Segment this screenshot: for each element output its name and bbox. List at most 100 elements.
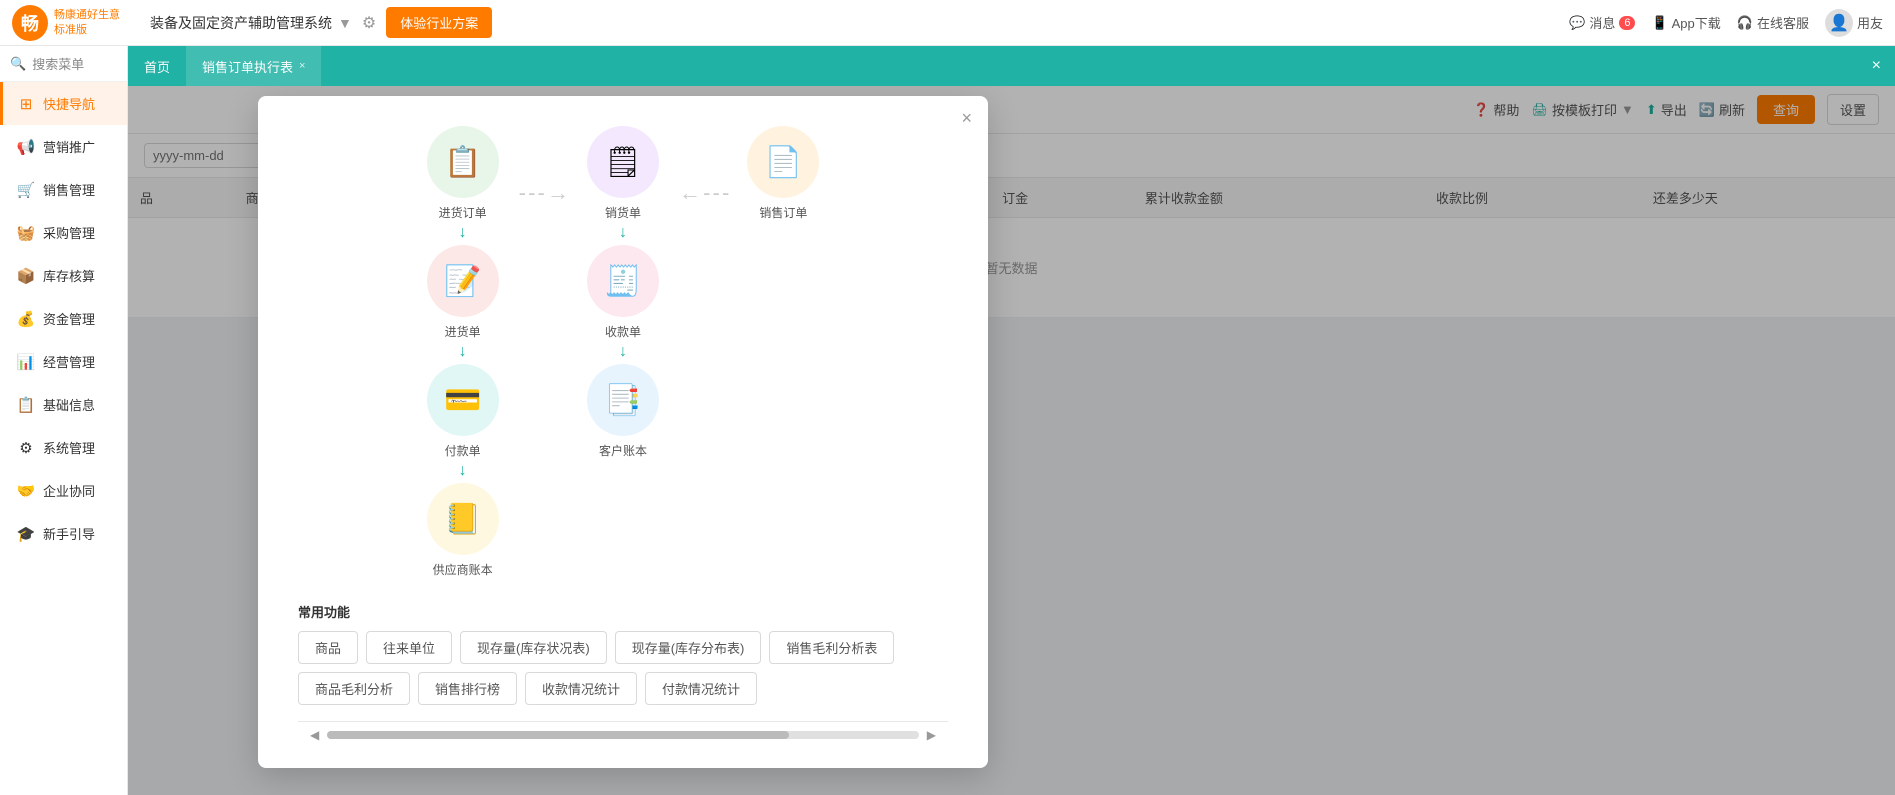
- sales-order-circle: 📄: [747, 126, 819, 198]
- dropdown-icon[interactable]: ▼: [338, 15, 352, 31]
- search-icon: 🔍: [10, 56, 26, 72]
- sidebar-item-enterprise[interactable]: 🤝企业协同: [0, 469, 127, 512]
- top-right-area: 💬 消息 6 📱 App下载 🎧 在线客服 👤 用友: [1569, 9, 1883, 37]
- supplier-account-node[interactable]: 📒 供应商账本: [427, 483, 499, 578]
- sidebar-item-new-guide[interactable]: 🎓新手引导: [0, 512, 127, 555]
- scroll-bar[interactable]: [327, 731, 919, 739]
- sidebar-item-label: 采购管理: [43, 223, 95, 242]
- func-btn-商品毛利分析[interactable]: 商品毛利分析: [298, 672, 410, 705]
- sales-bill-label: 销货单: [605, 204, 641, 221]
- tab-sales-execution[interactable]: 销售订单执行表 ×: [186, 46, 321, 86]
- modal-box: × 📋 进货订单 ↓: [258, 96, 988, 768]
- operations-icon: 📊: [17, 353, 35, 371]
- arrow-right-1: - - - →: [519, 180, 567, 206]
- sales-order-node[interactable]: 📄 销售订单: [747, 126, 819, 221]
- purchase-bill-circle: 📝: [427, 245, 499, 317]
- flow-diagram: 📋 进货订单 ↓ 📝 进货单: [298, 126, 948, 578]
- supplier-account-label: 供应商账本: [433, 561, 493, 578]
- func-btn-现存量(库存分布表)[interactable]: 现存量(库存分布表): [615, 631, 762, 664]
- sidebar-item-quick-nav[interactable]: ⊞ 快捷导航: [0, 82, 127, 125]
- sidebar-item-label: 新手引导: [43, 524, 95, 543]
- online-service-item[interactable]: 🎧 在线客服: [1737, 13, 1809, 32]
- message-badge: 6: [1619, 16, 1635, 30]
- func-btn-销售毛利分析表[interactable]: 销售毛利分析表: [769, 631, 894, 664]
- scroll-left-arrow[interactable]: ◀: [310, 728, 319, 742]
- sales-bill-circle: 🗒: [587, 126, 659, 198]
- sidebar-item-label: 快捷导航: [43, 94, 95, 113]
- func-btn-付款情况统计[interactable]: 付款情况统计: [645, 672, 757, 705]
- customer-account-label: 客户账本: [599, 442, 647, 459]
- supplier-account-circle: 📒: [427, 483, 499, 555]
- logo-icon: 畅: [12, 5, 48, 41]
- common-functions: 常用功能 商品往来单位现存量(库存状况表)现存量(库存分布表)销售毛利分析表商品…: [298, 602, 948, 705]
- sidebar-item-label: 资金管理: [43, 309, 95, 328]
- system-title: 装备及固定资产辅助管理系统 ▼: [150, 13, 352, 33]
- func-btn-收款情况统计[interactable]: 收款情况统计: [525, 672, 637, 705]
- sidebar: 🔍 搜索菜单 ⊞ 快捷导航 📢营销推广🛒销售管理 🧺 采购管理 📦 库存核算 💰 资金管理 📊经营…: [0, 46, 128, 795]
- receipt-node[interactable]: 🧾 收款单: [587, 245, 659, 340]
- arrow-down-3: ↓: [459, 463, 467, 479]
- arrow-left-1: ← - - -: [679, 180, 727, 206]
- purchase-bill-node[interactable]: 📝 进货单: [427, 245, 499, 340]
- sales-bill-node[interactable]: 🗒 销货单: [587, 126, 659, 221]
- purchase-mgmt-icon: 🧺: [17, 224, 35, 242]
- sidebar-item-sys-mgmt[interactable]: ⚙系统管理: [0, 426, 127, 469]
- modal-close-button[interactable]: ×: [961, 108, 972, 129]
- quick-nav-icon: ⊞: [17, 95, 35, 113]
- message-item[interactable]: 💬 消息 6: [1569, 13, 1635, 32]
- logo-area: 畅 畅康通好生意 标准版: [12, 5, 140, 41]
- sidebar-item-operations[interactable]: 📊经营管理: [0, 340, 127, 383]
- far-right-column: 📄 销售订单: [727, 126, 839, 221]
- sidebar-item-inventory[interactable]: 📦 库存核算: [0, 254, 127, 297]
- sidebar-item-sales-mgmt[interactable]: 🛒销售管理: [0, 168, 127, 211]
- left-flow-column: 📋 进货订单 ↓ 📝 进货单: [407, 126, 519, 578]
- tab-content: ❓ 帮助 🖨 按模板打印 ▼ ⬆ 导出 🔄 刷新: [128, 86, 1895, 795]
- common-funcs-title: 常用功能: [298, 602, 948, 621]
- sidebar-item-purchase-mgmt[interactable]: 🧺 采购管理: [0, 211, 127, 254]
- modal-overlay[interactable]: × 📋 进货订单 ↓: [128, 86, 1895, 795]
- func-btn-商品[interactable]: 商品: [298, 631, 358, 664]
- tab-home[interactable]: 首页: [128, 46, 186, 86]
- sidebar-item-label: 销售管理: [43, 180, 95, 199]
- payment-label: 付款单: [445, 442, 481, 459]
- receipt-label: 收款单: [605, 323, 641, 340]
- gear-button[interactable]: ⚙: [362, 13, 376, 33]
- purchase-order-node[interactable]: 📋 进货订单: [427, 126, 499, 221]
- search-menu[interactable]: 🔍 搜索菜单: [0, 46, 127, 82]
- func-btn-现存量(库存状况表)[interactable]: 现存量(库存状况表): [460, 631, 607, 664]
- scroll-right-arrow[interactable]: ▶: [927, 728, 936, 742]
- arrow-down-1: ↓: [459, 225, 467, 241]
- content-area: 首页 销售订单执行表 × × ❓ 帮助 🖨: [128, 46, 1895, 795]
- payment-node[interactable]: 💳 付款单: [427, 364, 499, 459]
- window-close-button[interactable]: ×: [1858, 57, 1895, 75]
- payment-circle: 💳: [427, 364, 499, 436]
- sys-mgmt-icon: ⚙: [17, 439, 35, 457]
- user-item[interactable]: 👤 用友: [1825, 9, 1883, 37]
- inventory-icon: 📦: [17, 267, 35, 285]
- scroll-thumb: [327, 731, 788, 739]
- basic-info-icon: 📋: [17, 396, 35, 414]
- arrow-down-4: ↓: [619, 225, 627, 241]
- func-buttons-container: 商品往来单位现存量(库存状况表)现存量(库存分布表)销售毛利分析表商品毛利分析销…: [298, 631, 948, 705]
- sidebar-item-finance[interactable]: 💰 资金管理: [0, 297, 127, 340]
- purchase-order-circle: 📋: [427, 126, 499, 198]
- customer-account-circle: 📑: [587, 364, 659, 436]
- finance-icon: 💰: [17, 310, 35, 328]
- sidebar-item-label: 基础信息: [43, 395, 95, 414]
- receipt-circle: 🧾: [587, 245, 659, 317]
- arrow-down-5: ↓: [619, 344, 627, 360]
- app-download-item[interactable]: 📱 App下载: [1651, 13, 1720, 32]
- sidebar-item-basic-info[interactable]: 📋 基础信息: [0, 383, 127, 426]
- avatar: 👤: [1825, 9, 1853, 37]
- phone-icon: 📱: [1651, 15, 1667, 31]
- experience-button[interactable]: 体验行业方案: [386, 7, 492, 38]
- sidebar-item-marketing[interactable]: 📢营销推广: [0, 125, 127, 168]
- func-btn-往来单位[interactable]: 往来单位: [366, 631, 452, 664]
- marketing-icon: 📢: [17, 138, 35, 156]
- message-icon: 💬: [1569, 15, 1585, 31]
- func-btn-销售排行榜[interactable]: 销售排行榜: [418, 672, 517, 705]
- tab-close-icon[interactable]: ×: [299, 60, 305, 72]
- sidebar-item-label: 库存核算: [43, 266, 95, 285]
- purchase-bill-label: 进货单: [445, 323, 481, 340]
- customer-account-node[interactable]: 📑 客户账本: [587, 364, 659, 459]
